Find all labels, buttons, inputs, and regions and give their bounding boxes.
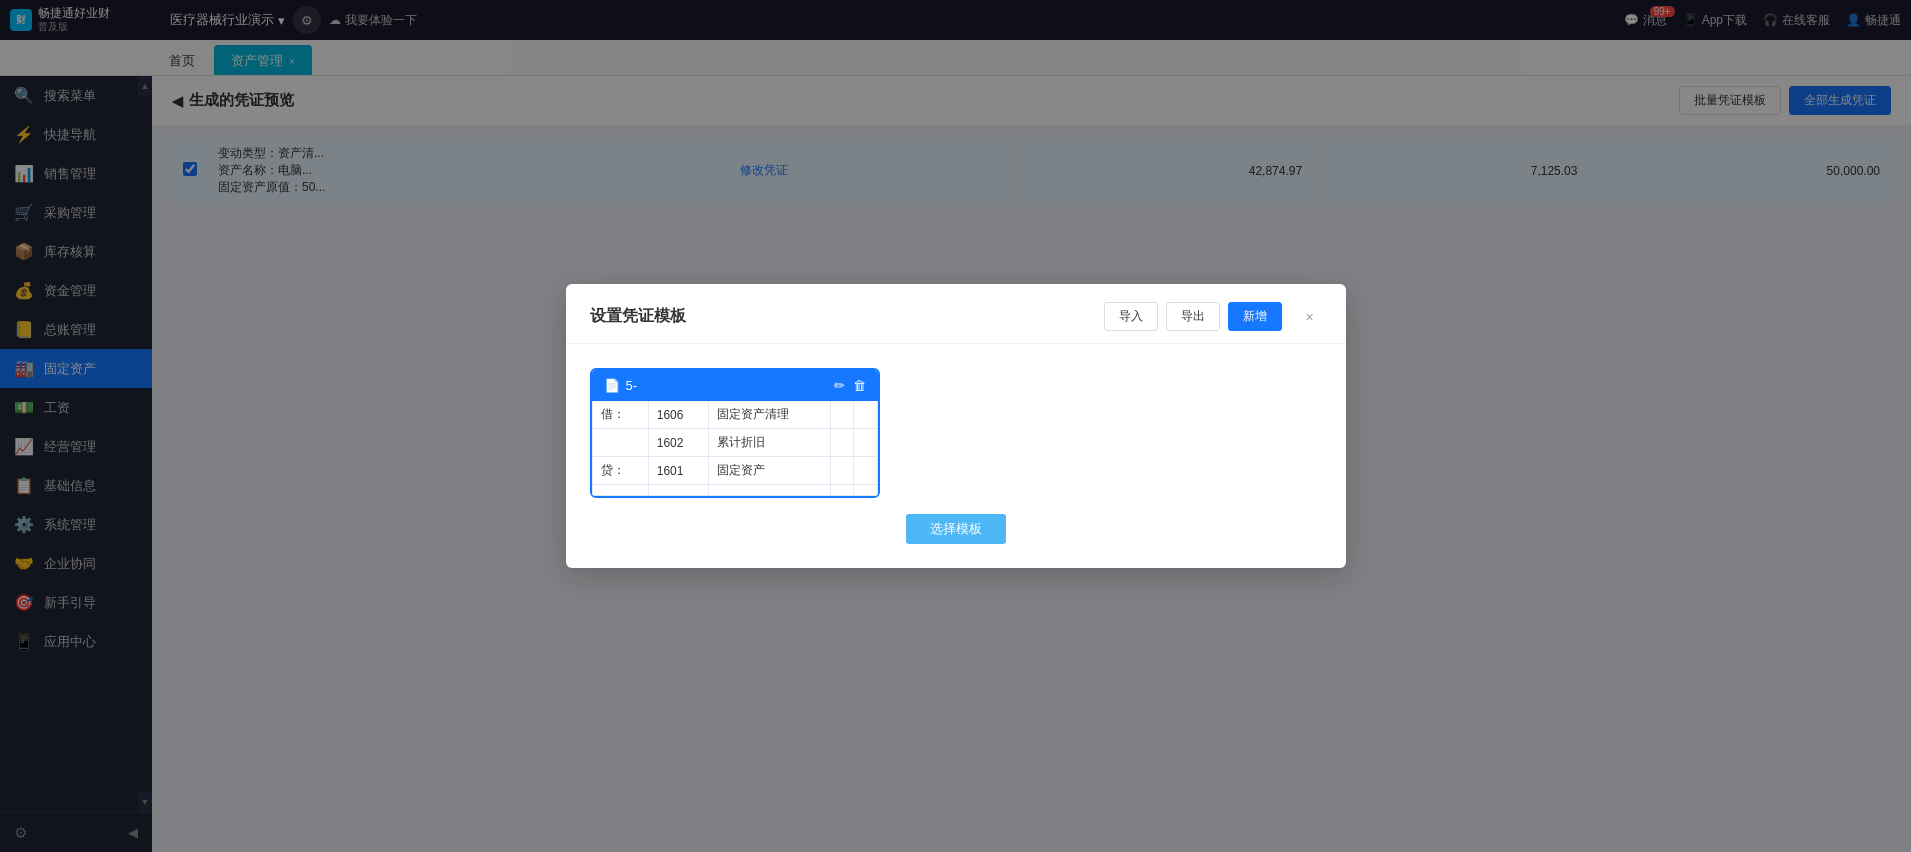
modal-set-template: 设置凭证模板 导入 导出 新增 × [566, 284, 1346, 568]
modal-title: 设置凭证模板 [590, 306, 686, 327]
template-card-header: 📄 5-5-固定资产减少 5-固定资产减少 ✏ 🗑 [592, 370, 878, 401]
modal-overlay[interactable]: 设置凭证模板 导入 导出 新增 × [152, 76, 1911, 852]
delete-icon[interactable]: 🗑 [853, 378, 866, 393]
template-entry-row: 1602 累计折旧 [592, 429, 877, 457]
template-name: 5-5-固定资产减少 [626, 378, 638, 393]
entry-debit [830, 429, 853, 457]
entry-code: 1602 [648, 429, 708, 457]
entry-name: 累计折旧 [708, 429, 830, 457]
template-entry-row [592, 485, 877, 496]
modal-close-button[interactable]: × [1298, 305, 1322, 329]
template-body: 借： 1606 固定资产清理 1602 [592, 401, 878, 496]
entry-code: 1606 [648, 401, 708, 429]
entry-name [708, 485, 830, 496]
entry-code: 1601 [648, 457, 708, 485]
main-layout: ▲ 🔍 搜索菜单 ⚡ 快捷导航 📊 销售管理 🛒 采购管理 📦 库存核算 [0, 76, 1911, 852]
entry-debit [830, 485, 853, 496]
entry-code [648, 485, 708, 496]
modal-header: 设置凭证模板 导入 导出 新增 × [566, 284, 1346, 344]
modal-actions: 导入 导出 新增 [1104, 302, 1282, 331]
import-button[interactable]: 导入 [1104, 302, 1158, 331]
entry-credit [854, 401, 877, 429]
template-header-actions: ✏ 🗑 [834, 378, 866, 393]
template-header-left: 📄 5-5-固定资产减少 5-固定资产减少 [604, 378, 638, 393]
entry-debit [830, 401, 853, 429]
template-entry-row: 借： 1606 固定资产清理 [592, 401, 877, 429]
entry-name: 固定资产 [708, 457, 830, 485]
entry-credit [854, 485, 877, 496]
entry-direction [592, 485, 648, 496]
entry-credit [854, 457, 877, 485]
entry-debit [830, 457, 853, 485]
template-card: 📄 5-5-固定资产减少 5-固定资产减少 ✏ 🗑 [590, 368, 880, 498]
template-doc-icon: 📄 [604, 378, 620, 393]
template-entries-table: 借： 1606 固定资产清理 1602 [592, 401, 878, 496]
entry-name: 固定资产清理 [708, 401, 830, 429]
new-button[interactable]: 新增 [1228, 302, 1282, 331]
entry-direction [592, 429, 648, 457]
entry-direction: 贷： [592, 457, 648, 485]
select-template-button[interactable]: 选择模板 [906, 514, 1006, 544]
main-content: ◀ 生成的凭证预览 批量凭证模板 全部生成凭证 [152, 76, 1911, 852]
entry-credit [854, 429, 877, 457]
edit-icon[interactable]: ✏ [834, 378, 845, 393]
template-entry-row: 贷： 1601 固定资产 [592, 457, 877, 485]
export-button[interactable]: 导出 [1166, 302, 1220, 331]
modal-body: 📄 5-5-固定资产减少 5-固定资产减少 ✏ 🗑 [566, 344, 1346, 568]
entry-direction: 借： [592, 401, 648, 429]
window-controls: × [1298, 305, 1322, 329]
